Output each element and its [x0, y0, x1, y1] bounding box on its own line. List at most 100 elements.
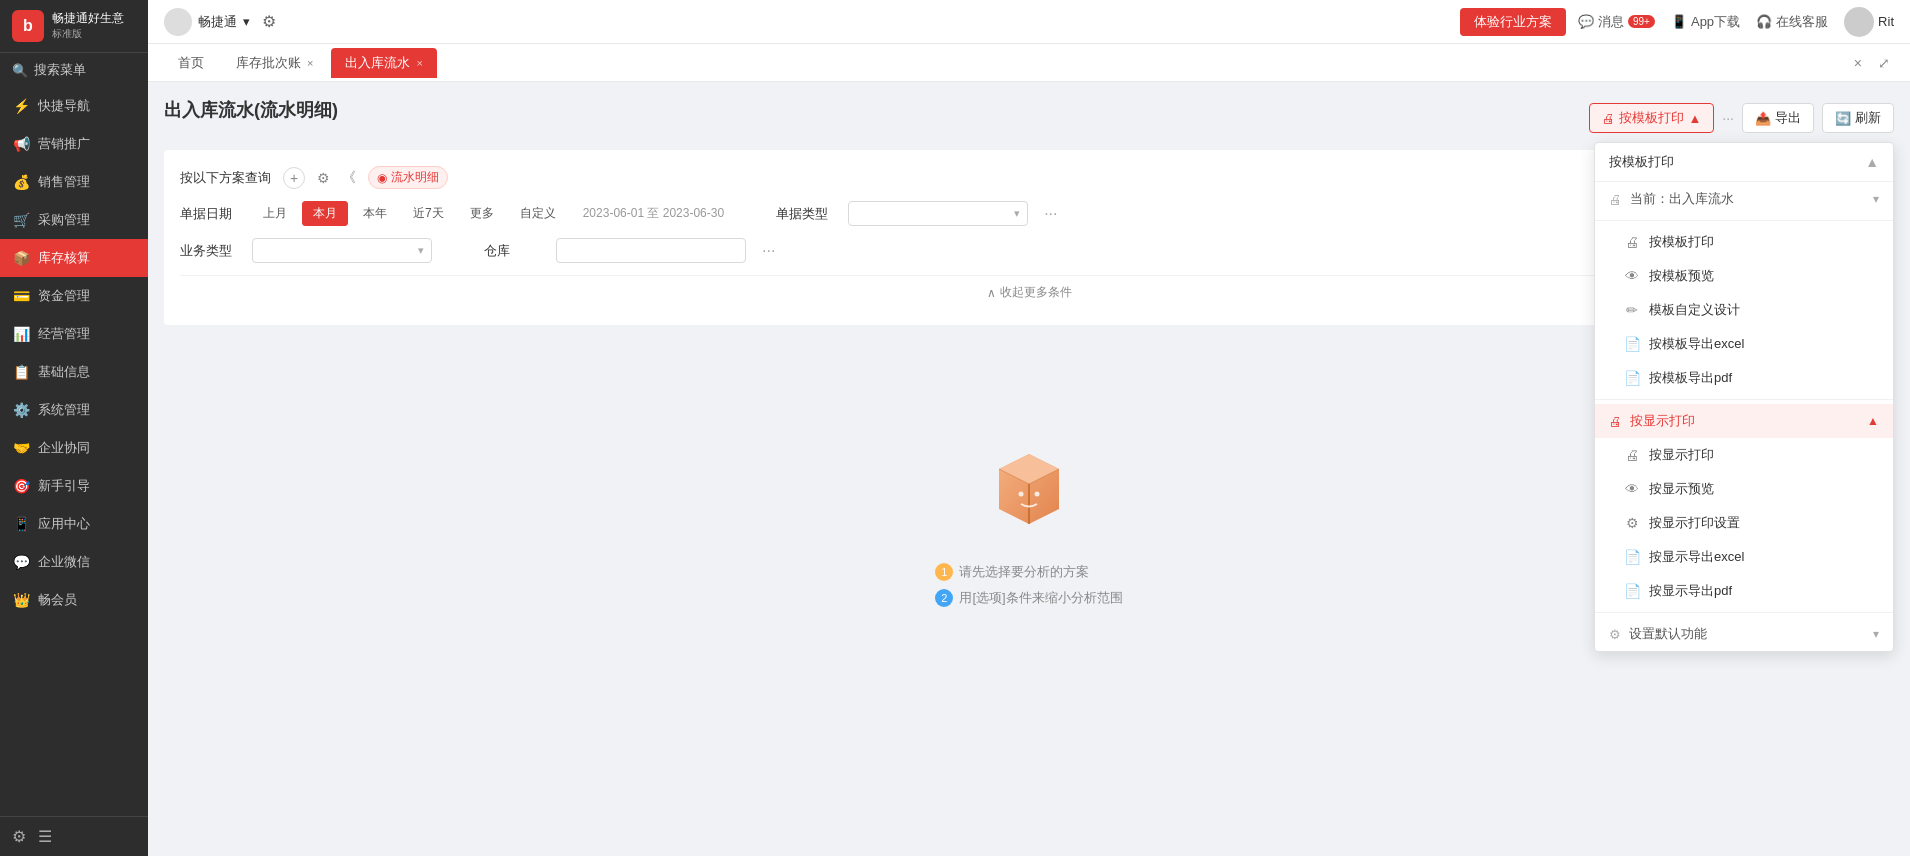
- sidebar-item-purchase[interactable]: 🛒 采购管理: [0, 201, 148, 239]
- date-tag-this-year[interactable]: 本年: [352, 201, 398, 226]
- message-label: 消息: [1598, 13, 1624, 31]
- sidebar-item-operations[interactable]: 📊 经营管理: [0, 315, 148, 353]
- close-window-btn[interactable]: ×: [1850, 53, 1866, 73]
- sidebar-item-finance[interactable]: 💳 资金管理: [0, 277, 148, 315]
- toolbar-more-dots[interactable]: ···: [1722, 110, 1734, 126]
- filter-settings-button[interactable]: ⚙: [317, 170, 330, 186]
- sidebar-bottom: ⚙ ☰: [0, 816, 148, 856]
- tab-inout-close[interactable]: ×: [416, 57, 422, 69]
- nav-icon: 💬: [12, 554, 30, 570]
- menu-toggle-icon[interactable]: ☰: [38, 827, 52, 846]
- sidebar-item-app-center[interactable]: 📱 应用中心: [0, 505, 148, 543]
- settings-icon[interactable]: ⚙: [12, 827, 26, 846]
- preview-icon: 👁: [1623, 481, 1641, 497]
- export-button[interactable]: 📤 导出: [1742, 103, 1814, 133]
- warehouse-input[interactable]: [556, 238, 746, 263]
- dropdown-current-item[interactable]: 🖨 当前：出入库流水 ▾: [1595, 182, 1893, 216]
- app-logo: b 畅捷通好生意 标准版: [0, 0, 148, 53]
- dropdown-item-display-preview[interactable]: 👁 按显示预览: [1595, 472, 1893, 506]
- refresh-label: 刷新: [1855, 109, 1881, 127]
- nav-icon: 📦: [12, 250, 30, 266]
- date-tag-this-month[interactable]: 本月: [302, 201, 348, 226]
- item-label: 按显示打印: [1649, 446, 1714, 464]
- tab-inout-flow[interactable]: 出入库流水 ×: [331, 48, 436, 78]
- item-label: 模板自定义设计: [1649, 301, 1740, 319]
- current-icon: 🖨: [1609, 192, 1622, 207]
- sidebar-item-base[interactable]: 📋 基础信息: [0, 353, 148, 391]
- date-tag-last-7[interactable]: 近7天: [402, 201, 455, 226]
- chevron-up-icon: ∧: [987, 286, 996, 300]
- date-tag-last-month[interactable]: 上月: [252, 201, 298, 226]
- message-button[interactable]: 💬 消息 99+: [1578, 13, 1655, 31]
- topbar-gear-icon[interactable]: ⚙: [262, 12, 276, 31]
- display-print-section-icon: 🖨: [1609, 414, 1622, 429]
- online-service-button[interactable]: 🎧 在线客服: [1756, 13, 1828, 31]
- filter-collapse-arrow[interactable]: 《: [342, 169, 356, 187]
- nav-label: 基础信息: [38, 363, 90, 381]
- chevron-up-icon: ▲: [1688, 111, 1701, 126]
- current-chevron-icon: ▾: [1873, 192, 1879, 206]
- biz-type-select[interactable]: [252, 238, 432, 263]
- sidebar-search[interactable]: 🔍 搜索菜单: [0, 53, 148, 87]
- date-tag-more[interactable]: 更多: [459, 201, 505, 226]
- dropdown-item-display-pdf[interactable]: 📄 按显示导出pdf: [1595, 574, 1893, 608]
- nav-icon: 💳: [12, 288, 30, 304]
- sidebar-item-guide[interactable]: 🎯 新手引导: [0, 467, 148, 505]
- excel-icon: 📄: [1623, 549, 1641, 565]
- user-avatar-small: [164, 8, 192, 36]
- app-name: 畅捷通好生意: [52, 11, 124, 27]
- refresh-button[interactable]: 🔄 刷新: [1822, 103, 1894, 133]
- filter-add-button[interactable]: +: [283, 167, 305, 189]
- nav-icon: 💰: [12, 174, 30, 190]
- filter-chip-label: 流水明细: [391, 169, 439, 186]
- message-badge: 99+: [1628, 15, 1655, 28]
- nav-label: 销售管理: [38, 173, 90, 191]
- doc-type-select[interactable]: [848, 201, 1028, 226]
- user-profile-button[interactable]: Rit: [1844, 7, 1894, 37]
- biz-type-label: 业务类型: [180, 242, 240, 260]
- date-tag-custom[interactable]: 自定义: [509, 201, 567, 226]
- maximize-window-btn[interactable]: ⤢: [1874, 53, 1894, 73]
- svg-point-5: [1019, 492, 1024, 497]
- sidebar-item-wechat[interactable]: 💬 企业微信: [0, 543, 148, 581]
- page-title: 出入库流水(流水明细): [164, 98, 338, 122]
- dropdown-item-template-print[interactable]: 🖨 按模板打印: [1595, 225, 1893, 259]
- sidebar-item-cooperation[interactable]: 🤝 企业协同: [0, 429, 148, 467]
- nav-icon: 📱: [12, 516, 30, 532]
- dropdown-section-set-default[interactable]: ⚙ 设置默认功能 ▾: [1595, 617, 1893, 651]
- sidebar-item-sales[interactable]: 💰 销售管理: [0, 163, 148, 201]
- sidebar-item-marketing[interactable]: 📢 营销推广: [0, 125, 148, 163]
- doc-type-more[interactable]: ···: [1040, 205, 1061, 223]
- sidebar-item-inventory[interactable]: 📦 库存核算: [0, 239, 148, 277]
- sidebar-item-quick-nav[interactable]: ⚡ 快捷导航: [0, 87, 148, 125]
- industry-solution-button[interactable]: 体验行业方案: [1460, 8, 1566, 36]
- set-default-icon: ⚙: [1609, 627, 1621, 642]
- username-display: Rit: [1878, 14, 1894, 29]
- warehouse-more[interactable]: ···: [758, 242, 779, 260]
- tab-batch-close[interactable]: ×: [307, 57, 313, 69]
- pdf-icon: 📄: [1623, 583, 1641, 599]
- dropdown-item-template-pdf[interactable]: 📄 按模板导出pdf: [1595, 361, 1893, 395]
- chevron-down-icon: ▾: [243, 14, 250, 29]
- svg-point-6: [1035, 492, 1040, 497]
- printer-icon: 🖨: [1602, 111, 1615, 126]
- dropdown-item-template-custom[interactable]: ✏ 模板自定义设计: [1595, 293, 1893, 327]
- tab-home[interactable]: 首页: [164, 48, 218, 78]
- dropdown-collapse-icon[interactable]: ▲: [1865, 154, 1879, 170]
- app-download-button[interactable]: 📱 App下载: [1671, 13, 1740, 31]
- print-template-button[interactable]: 🖨 按模板打印 ▲: [1589, 103, 1714, 133]
- topbar-user[interactable]: 畅捷通 ▾: [164, 8, 250, 36]
- dropdown-item-template-preview[interactable]: 👁 按模板预览: [1595, 259, 1893, 293]
- tab-batch-account[interactable]: 库存批次账 ×: [222, 48, 327, 78]
- dropdown-item-display-excel[interactable]: 📄 按显示导出excel: [1595, 540, 1893, 574]
- dropdown-item-display-print[interactable]: 🖨 按显示打印: [1595, 438, 1893, 472]
- dropdown-item-template-excel[interactable]: 📄 按模板导出excel: [1595, 327, 1893, 361]
- sidebar-item-system[interactable]: ⚙️ 系统管理: [0, 391, 148, 429]
- sidebar-item-member[interactable]: 👑 畅会员: [0, 581, 148, 619]
- message-icon: 💬: [1578, 14, 1594, 29]
- dropdown-section-display-print[interactable]: 🖨 按显示打印 ▲: [1595, 404, 1893, 438]
- topbar: 畅捷通 ▾ ⚙ 体验行业方案 💬 消息 99+ 📱 App下载 🎧 在线客服 R…: [148, 0, 1910, 44]
- section-chevron-icon: ▲: [1867, 414, 1879, 428]
- nav-label: 企业协同: [38, 439, 90, 457]
- dropdown-item-display-print-settings[interactable]: ⚙ 按显示打印设置: [1595, 506, 1893, 540]
